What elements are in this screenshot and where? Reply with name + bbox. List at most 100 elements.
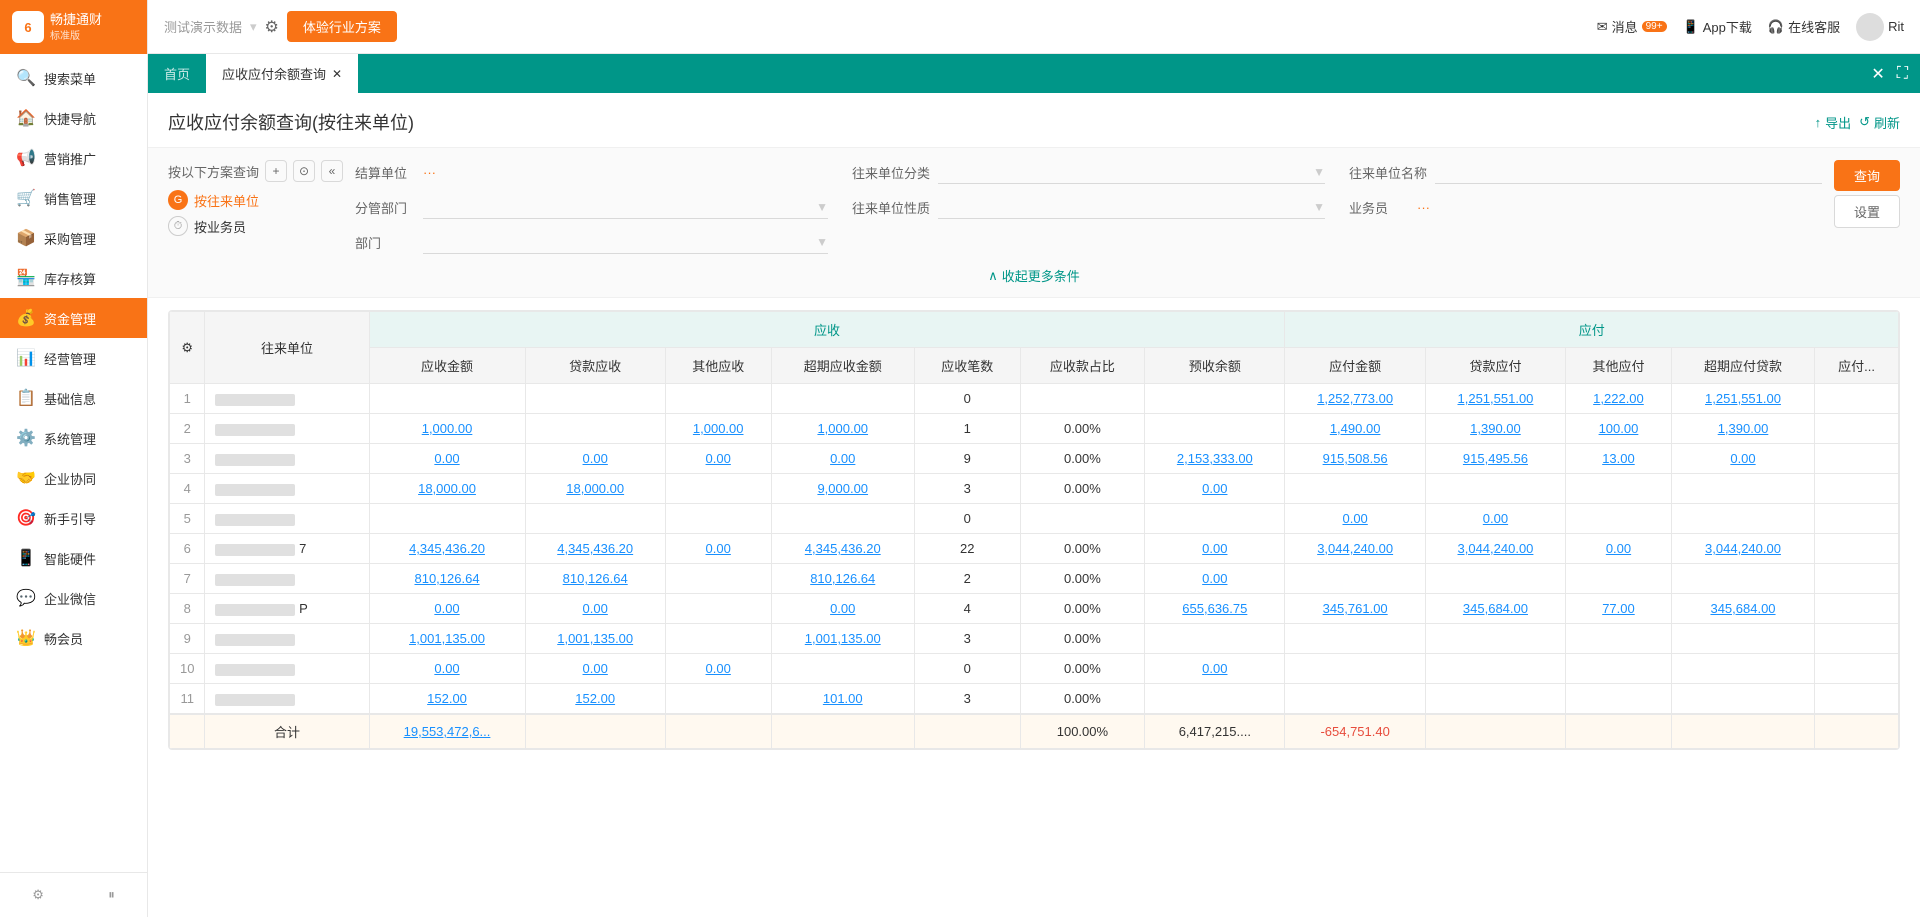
overdue_recv-cell[interactable]: 101.00 [771,684,914,715]
loan_recv-cell[interactable]: 4,345,436.20 [525,534,665,564]
other_pay-cell[interactable]: 13.00 [1566,444,1672,474]
overdue_recv-cell[interactable]: 9,000.00 [771,474,914,504]
other_pay-cell[interactable]: 77.00 [1566,594,1672,624]
message-action[interactable]: ✉ 消息 99+ [1597,17,1667,36]
loan_pay-cell[interactable]: 1,251,551.00 [1425,384,1565,414]
prepay-cell[interactable]: 0.00 [1145,564,1285,594]
collapse-scheme-btn[interactable]: « [321,160,343,182]
overdue_recv-cell[interactable]: 4,345,436.20 [771,534,914,564]
loan_pay-cell[interactable]: 0.00 [1425,504,1565,534]
sidebar-item-system[interactable]: ⚙️系统管理 [0,418,147,458]
payable-cell[interactable]: 1,490.00 [1285,414,1425,444]
field-select-pcategory[interactable]: ▼ [938,161,1325,184]
scheme-by-partner[interactable]: G 按往来单位 [168,190,343,210]
overdue_recv-cell[interactable]: 0.00 [771,444,914,474]
trial-button[interactable]: 体验行业方案 [287,11,397,42]
loan_pay-cell[interactable]: 345,684.00 [1425,594,1565,624]
loan_recv-cell[interactable]: 1,001,135.00 [525,624,665,654]
tab-home[interactable]: 首页 [148,54,206,93]
loan_recv-cell[interactable]: 0.00 [525,444,665,474]
sidebar-item-wechat[interactable]: 💬企业微信 [0,578,147,618]
sidebar-item-guide[interactable]: 🎯新手引导 [0,498,147,538]
overdue_pay-cell[interactable]: 345,684.00 [1671,594,1814,624]
receivable-cell[interactable]: 810,126.64 [369,564,525,594]
sidebar-item-corp[interactable]: 🤝企业协同 [0,458,147,498]
overdue_recv-cell[interactable]: 1,001,135.00 [771,624,914,654]
overdue_recv-cell[interactable]: 810,126.64 [771,564,914,594]
overdue_recv-cell[interactable]: 1,000.00 [771,414,914,444]
other_recv-cell[interactable]: 0.00 [665,534,771,564]
overdue_pay-cell[interactable]: 1,390.00 [1671,414,1814,444]
sidebar-item-inventory[interactable]: 🏪库存核算 [0,258,147,298]
loan_pay-cell[interactable]: 1,390.00 [1425,414,1565,444]
add-scheme-btn[interactable]: + [265,160,287,182]
other_recv-cell[interactable]: 0.00 [665,654,771,684]
tab-close-window-btn[interactable]: ✕ [1867,60,1888,88]
other_pay-cell[interactable]: 100.00 [1566,414,1672,444]
field-ellipsis-settlement[interactable]: ··· [423,165,436,180]
prepay-cell[interactable]: 2,153,333.00 [1145,444,1285,474]
receivable-cell[interactable]: 0.00 [369,594,525,624]
overdue_recv-cell[interactable]: 0.00 [771,594,914,624]
payable-cell[interactable]: 915,508.56 [1285,444,1425,474]
loan_recv-cell[interactable]: 18,000.00 [525,474,665,504]
sidebar-item-sales[interactable]: 🛒销售管理 [0,178,147,218]
other_recv-cell[interactable]: 0.00 [665,444,771,474]
sidebar-item-operation[interactable]: 📊经营管理 [0,338,147,378]
field-ellipsis-salesperson[interactable]: ··· [1417,200,1430,215]
service-action[interactable]: 🎧 在线客服 [1768,17,1840,36]
collapse-bar[interactable]: ∧ 收起更多条件 [168,266,1900,285]
receivable-cell[interactable]: 1,001,135.00 [369,624,525,654]
payable-cell[interactable]: 345,761.00 [1285,594,1425,624]
field-select-dept[interactable]: ▼ [423,196,828,219]
receivable-cell[interactable]: 4,345,436.20 [369,534,525,564]
tab-expand-btn[interactable]: ⛶ [1893,61,1912,87]
field-select-pnature[interactable]: ▼ [938,196,1325,219]
sidebar-item-purchase[interactable]: 📦采购管理 [0,218,147,258]
prepay-cell[interactable]: 0.00 [1145,654,1285,684]
payable-cell[interactable]: 3,044,240.00 [1285,534,1425,564]
loan_recv-cell[interactable]: 152.00 [525,684,665,715]
refresh-button[interactable]: ↺ 刷新 [1859,113,1900,132]
prepay-cell[interactable]: 0.00 [1145,534,1285,564]
loan_pay-cell[interactable]: 3,044,240.00 [1425,534,1565,564]
loan_recv-cell[interactable]: 810,126.64 [525,564,665,594]
field-input-pname[interactable] [1435,160,1822,184]
sidebar-item-finance[interactable]: 💰资金管理 [0,298,147,338]
overdue_pay-cell[interactable]: 1,251,551.00 [1671,384,1814,414]
sidebar-item-base[interactable]: 📋基础信息 [0,378,147,418]
user-menu[interactable]: Rit [1856,13,1904,41]
receivable-cell[interactable]: 152.00 [369,684,525,715]
other_pay-cell[interactable]: 0.00 [1566,534,1672,564]
app-download-action[interactable]: 📱 App下载 [1683,17,1752,36]
overdue_pay-cell[interactable]: 3,044,240.00 [1671,534,1814,564]
sidebar-item-marketing[interactable]: 📢营销推广 [0,138,147,178]
receivable-cell[interactable]: 0.00 [369,654,525,684]
header-gear-icon[interactable]: ⚙ [265,17,279,37]
tab-close-icon[interactable]: ✕ [332,67,342,81]
receivable-cell[interactable]: 18,000.00 [369,474,525,504]
field-select-department[interactable]: ▼ [423,231,828,254]
prepay-cell[interactable]: 655,636.75 [1145,594,1285,624]
payable-cell[interactable]: 1,252,773.00 [1285,384,1425,414]
other_recv-cell[interactable]: 1,000.00 [665,414,771,444]
receivable-cell[interactable]: 1,000.00 [369,414,525,444]
collapse-btn[interactable]: ⏸ [102,881,121,909]
scheme-settings-btn[interactable]: ⊙ [293,160,315,182]
receivable-cell[interactable]: 0.00 [369,444,525,474]
other_pay-cell[interactable]: 1,222.00 [1566,384,1672,414]
sidebar-item-search[interactable]: 🔍搜索菜单 [0,58,147,98]
overdue_pay-cell[interactable]: 0.00 [1671,444,1814,474]
loan_pay-cell[interactable]: 915,495.56 [1425,444,1565,474]
prepay-cell[interactable]: 0.00 [1145,474,1285,504]
query-button[interactable]: 查询 [1834,160,1900,191]
payable-cell[interactable]: 0.00 [1285,504,1425,534]
table-settings-th[interactable]: ⚙ [170,312,205,384]
sidebar-item-hardware[interactable]: 📱智能硬件 [0,538,147,578]
total-recv-amount[interactable]: 19,553,472,6... [369,714,525,749]
settings-button[interactable]: 设置 [1834,195,1900,228]
loan_recv-cell[interactable]: 0.00 [525,594,665,624]
loan_recv-cell[interactable]: 0.00 [525,654,665,684]
scheme-by-salesperson[interactable]: ⏱ 按业务员 [168,216,343,236]
sidebar-item-quick[interactable]: 🏠快捷导航 [0,98,147,138]
